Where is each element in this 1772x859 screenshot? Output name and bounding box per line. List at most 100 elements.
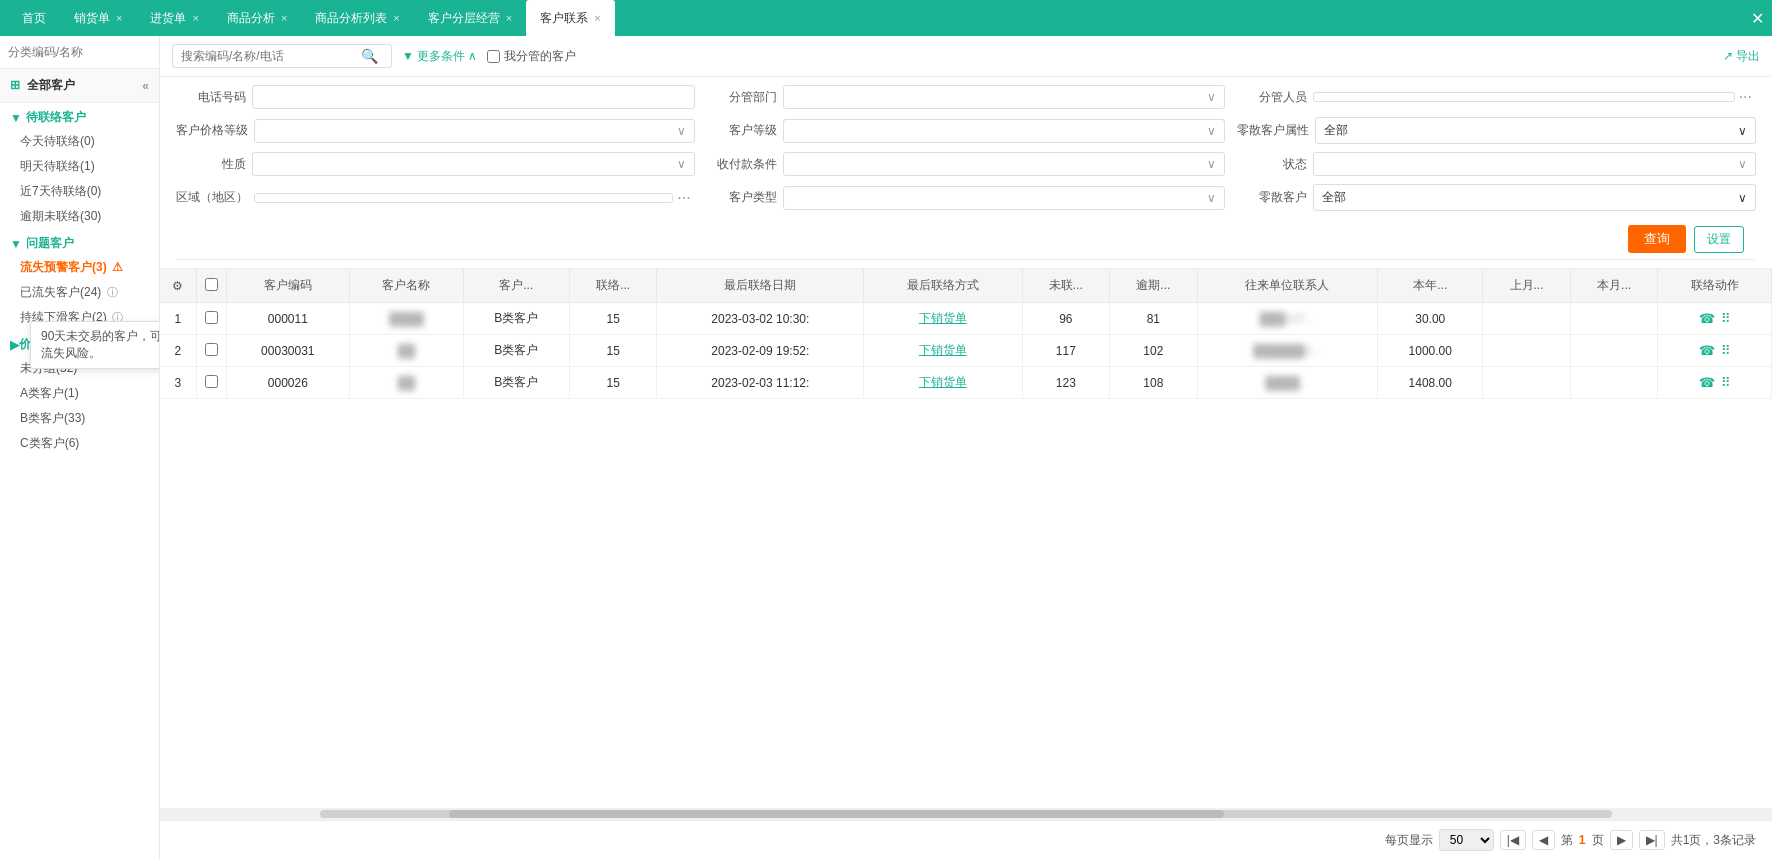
filter-region-more-icon[interactable]: ··· bbox=[673, 189, 694, 207]
my-customer-checkbox-wrap[interactable]: 我分管的客户 bbox=[487, 48, 576, 65]
cell-name-1: ██ bbox=[350, 335, 464, 367]
query-button[interactable]: 查询 bbox=[1628, 225, 1686, 253]
filter-manager-more-icon[interactable]: ··· bbox=[1735, 88, 1756, 106]
first-page-button[interactable]: |◀ bbox=[1500, 830, 1526, 850]
more-action-icon-2[interactable]: ⠿ bbox=[1721, 375, 1731, 390]
sidebar-item-week-contact[interactable]: 近7天待联络(0) bbox=[0, 179, 159, 204]
sidebar-search-icon[interactable]: 🔍 bbox=[158, 44, 160, 60]
settings-button[interactable]: 设置 bbox=[1694, 226, 1744, 253]
scrollbar-thumb[interactable] bbox=[449, 810, 1224, 818]
cell-check-0[interactable] bbox=[196, 303, 226, 335]
tab-customer-contact[interactable]: 客户联系 × bbox=[526, 0, 614, 36]
filter-retail-customer-select[interactable]: 全部 ∨ bbox=[1313, 184, 1756, 211]
chevron-down-dept-icon: ∨ bbox=[1207, 90, 1216, 104]
contact-icon-1[interactable]: ☎ bbox=[1699, 343, 1715, 358]
filter-customer-type-select[interactable]: ∨ bbox=[783, 186, 1226, 210]
filter-retail-attr-select[interactable]: 全部 ∨ bbox=[1315, 117, 1756, 144]
sidebar-group-pending-contact[interactable]: ▼ 待联络客户 bbox=[0, 103, 159, 129]
filter-phone: 电话号码 bbox=[176, 85, 695, 109]
sidebar-item-churned[interactable]: 已流失客户(24) ⓘ bbox=[0, 280, 159, 305]
col-header-check[interactable] bbox=[196, 269, 226, 303]
sidebar-collapse-icon[interactable]: « bbox=[142, 79, 149, 93]
arrow-down-icon2: ▼ bbox=[10, 237, 22, 251]
filter-phone-input[interactable] bbox=[252, 85, 695, 109]
tooltip-churn-warning: 90天未交易的客户，可能有流失风险。 bbox=[30, 321, 160, 369]
filter-customer-type-label: 客户类型 bbox=[707, 189, 777, 206]
close-window-button[interactable]: ✕ bbox=[1751, 9, 1764, 28]
per-page-select[interactable]: 50 100 200 bbox=[1439, 829, 1494, 851]
sidebar-item-overdue-contact[interactable]: 逾期未联络(30) bbox=[0, 204, 159, 229]
filter-row-3: 性质 ∨ 收付款条件 ∨ 状态 bbox=[176, 152, 1756, 176]
filter-nature-select[interactable]: ∨ bbox=[252, 152, 695, 176]
tab-close-product-list[interactable]: × bbox=[393, 12, 399, 24]
cell-this-month-0 bbox=[1570, 303, 1658, 335]
chevron-down-icon: ∧ bbox=[468, 49, 477, 63]
col-header-name: 客户名称 bbox=[350, 269, 464, 303]
filter-manager-select[interactable] bbox=[1313, 92, 1734, 102]
sidebar-item-a-class[interactable]: A类客户(1) bbox=[0, 381, 159, 406]
col-header-settings[interactable]: ⚙ bbox=[160, 269, 196, 303]
filter-panel: 电话号码 分管部门 ∨ 分管人员 ··· bbox=[160, 77, 1772, 269]
filter-dept-select[interactable]: ∨ bbox=[783, 85, 1226, 109]
my-customer-checkbox[interactable] bbox=[487, 50, 500, 63]
filter-payment-select[interactable]: ∨ bbox=[783, 152, 1226, 176]
col-header-last-method: 最后联络方式 bbox=[864, 269, 1022, 303]
row-checkbox-2[interactable] bbox=[205, 375, 218, 388]
last-page-button[interactable]: ▶| bbox=[1639, 830, 1665, 850]
page-label: 第 bbox=[1561, 832, 1573, 849]
sidebar-search-input[interactable] bbox=[8, 45, 158, 59]
more-filter-button[interactable]: ▼ 更多条件 ∧ bbox=[402, 48, 477, 65]
filter-status-select[interactable]: ∨ bbox=[1313, 152, 1756, 176]
tab-close-sales[interactable]: × bbox=[116, 12, 122, 24]
sidebar-search-area: 🔍 bbox=[0, 36, 159, 69]
filter-price-grade-label: 客户价格等级 bbox=[176, 122, 248, 139]
filter-region-select[interactable] bbox=[254, 193, 673, 203]
cell-last-date-0: 2023-03-02 10:30: bbox=[657, 303, 864, 335]
prev-page-button[interactable]: ◀ bbox=[1532, 830, 1555, 850]
cell-code-0: 000011 bbox=[226, 303, 350, 335]
table-wrap: ⚙ 客户编码 客户名称 客户... bbox=[160, 269, 1772, 808]
sidebar-group-problem-customers[interactable]: ▼ 问题客户 bbox=[0, 229, 159, 255]
tab-close-customer-contact[interactable]: × bbox=[594, 12, 600, 24]
tab-product-analysis[interactable]: 商品分析 × bbox=[213, 0, 301, 36]
tab-customer-tier[interactable]: 客户分层经营 × bbox=[414, 0, 526, 36]
content-area: 🔍 ▼ 更多条件 ∧ 我分管的客户 ↗ 导出 电话号码 bbox=[160, 36, 1772, 859]
sidebar-item-tomorrow-contact[interactable]: 明天待联络(1) bbox=[0, 154, 159, 179]
col-header-contact-person: 往来单位联系人 bbox=[1197, 269, 1378, 303]
sidebar-item-churn-warning[interactable]: 流失预警客户(3) ⚠ bbox=[0, 255, 159, 280]
cell-last-method-0[interactable]: 下销货单 bbox=[864, 303, 1022, 335]
sidebar-item-c-class[interactable]: C类客户(6) bbox=[0, 431, 159, 456]
more-action-icon-0[interactable]: ⠿ bbox=[1721, 311, 1731, 326]
export-button[interactable]: ↗ 导出 bbox=[1723, 48, 1760, 65]
sidebar-item-b-class[interactable]: B类客户(33) bbox=[0, 406, 159, 431]
col-header-action: 联络动作 bbox=[1658, 269, 1772, 303]
search-icon-button[interactable]: 🔍 bbox=[361, 48, 378, 64]
tab-product-list[interactable]: 商品分析列表 × bbox=[301, 0, 413, 36]
filter-price-grade-select[interactable]: ∨ bbox=[254, 119, 695, 143]
filter-customer-grade-select[interactable]: ∨ bbox=[783, 119, 1226, 143]
cell-no-contact-1: 117 bbox=[1022, 335, 1110, 367]
contact-icon-2[interactable]: ☎ bbox=[1699, 375, 1715, 390]
cell-last-method-1[interactable]: 下销货单 bbox=[864, 335, 1022, 367]
cell-action-1: ☎ ⠿ bbox=[1658, 335, 1772, 367]
more-action-icon-1[interactable]: ⠿ bbox=[1721, 343, 1731, 358]
tab-sales[interactable]: 销货单 × bbox=[60, 0, 136, 36]
tab-purchase[interactable]: 进货单 × bbox=[136, 0, 212, 36]
tab-close-customer-tier[interactable]: × bbox=[506, 12, 512, 24]
horizontal-scrollbar[interactable] bbox=[160, 808, 1772, 820]
gear-icon[interactable]: ⚙ bbox=[172, 279, 183, 293]
row-checkbox-0[interactable] bbox=[205, 311, 218, 324]
cell-check-1[interactable] bbox=[196, 335, 226, 367]
select-all-checkbox[interactable] bbox=[205, 278, 218, 291]
search-input[interactable] bbox=[181, 49, 361, 63]
tab-home[interactable]: 首页 bbox=[8, 0, 60, 36]
filter-retail-customer-label: 零散客户 bbox=[1237, 189, 1307, 206]
row-checkbox-1[interactable] bbox=[205, 343, 218, 356]
next-page-button[interactable]: ▶ bbox=[1610, 830, 1633, 850]
cell-check-2[interactable] bbox=[196, 367, 226, 399]
contact-icon-0[interactable]: ☎ bbox=[1699, 311, 1715, 326]
cell-last-method-2[interactable]: 下销货单 bbox=[864, 367, 1022, 399]
tab-close-product-analysis[interactable]: × bbox=[281, 12, 287, 24]
tab-close-purchase[interactable]: × bbox=[192, 12, 198, 24]
sidebar-item-today-contact[interactable]: 今天待联络(0) bbox=[0, 129, 159, 154]
